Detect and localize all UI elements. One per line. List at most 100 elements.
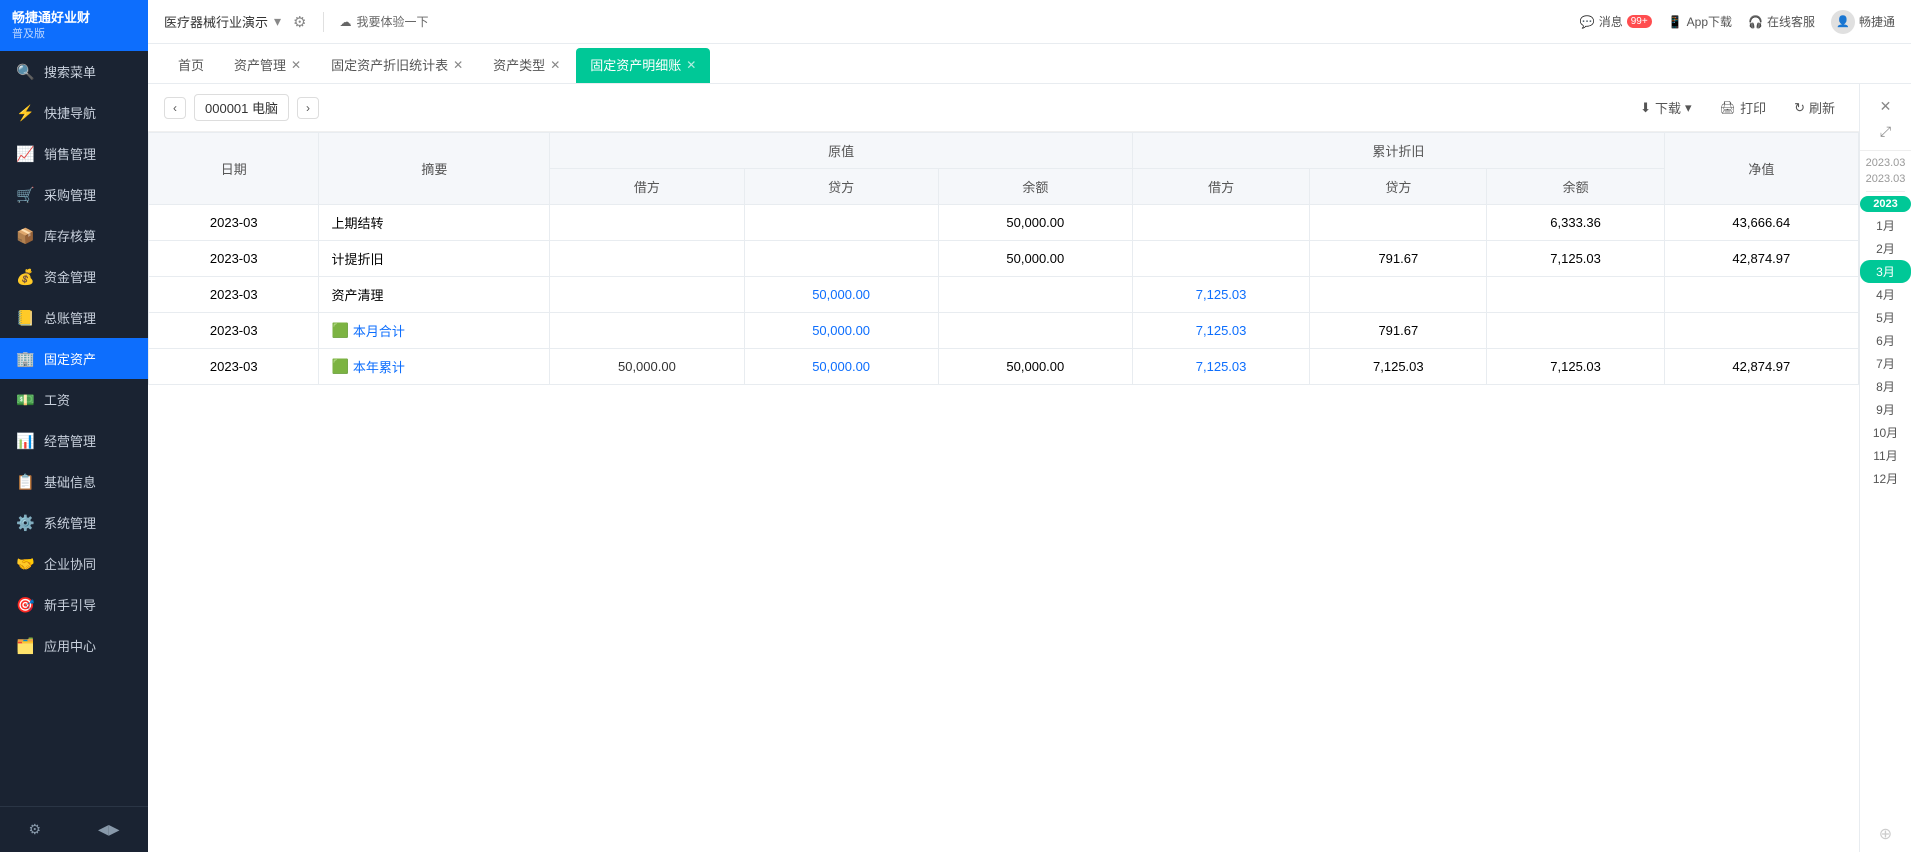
sidebar-item-fund[interactable]: 💰资金管理 [0, 256, 148, 297]
tab-assettype[interactable]: 资产类型✕ [479, 48, 574, 83]
expand-panel-icon[interactable]: ⤢ [1878, 121, 1893, 142]
col-orig-debit: 借方 [550, 169, 744, 205]
sidebar-item-fixedasset[interactable]: 🏢固定资产 [0, 338, 148, 379]
company-name: 医疗器械行业演示 [164, 12, 268, 31]
month-item-2023-10月[interactable]: 10月 [1860, 421, 1911, 444]
download-label: 下载 [1655, 98, 1681, 117]
sidebar-label-purchase: 采购管理 [44, 185, 96, 204]
sidebar-item-ledger[interactable]: 📒总账管理 [0, 297, 148, 338]
col-depr-credit: 贷方 [1310, 169, 1487, 205]
payroll-icon: 💵 [16, 391, 34, 409]
month-item-2023-6月[interactable]: 6月 [1860, 329, 1911, 352]
year-marker-2023[interactable]: 2023 [1860, 196, 1911, 212]
topbar: 医疗器械行业演示 ▾ ⚙ ☁ 我要体验一下 💬 消息 99+ 📱 App下载 🎧… [148, 0, 1911, 44]
cell-net-1: 42,874.97 [1664, 241, 1858, 277]
ledger-table: 日期 摘要 原值 累计折旧 净值 借方 贷方 余额 借方 贷方 余额 [148, 132, 1859, 385]
print-label: 打印 [1740, 98, 1766, 117]
cell-summary-0: 上期结转 [319, 205, 550, 241]
sidebar-item-sales[interactable]: 📈销售管理 [0, 133, 148, 174]
sidebar-item-bizcolab[interactable]: 🤝企业协同 [0, 543, 148, 584]
company-selector[interactable]: 医疗器械行业演示 ▾ [164, 12, 281, 31]
top-date-label2: 2023.03 [1866, 173, 1906, 192]
cell-orig-debit-3 [550, 313, 744, 349]
summary-text: 本年累计 [353, 357, 405, 376]
download-btn[interactable]: 📱 App下载 [1668, 13, 1732, 30]
month-item-2023-1月[interactable]: 1月 [1860, 214, 1911, 237]
tab-close-assetmgmt[interactable]: ✕ [291, 58, 301, 72]
cell-depr-debit-3: 7,125.03 [1132, 313, 1309, 349]
sidebar-item-guide[interactable]: 🎯新手引导 [0, 584, 148, 625]
cell-orig-credit-3: 50,000.00 [744, 313, 938, 349]
sidebar-item-search[interactable]: 🔍搜索菜单 [0, 51, 148, 92]
month-item-2023-9月[interactable]: 9月 [1860, 398, 1911, 421]
cell-summary-3: 🟩本月合计 [319, 313, 550, 349]
col-orig-credit: 贷方 [744, 169, 938, 205]
cell-depr-credit-0 [1310, 205, 1487, 241]
tab-close-depreciation[interactable]: ✕ [453, 58, 463, 72]
refresh-btn[interactable]: ↻ 刷新 [1786, 94, 1843, 121]
tab-assetledger[interactable]: 固定资产明细账✕ [576, 48, 710, 83]
tab-home[interactable]: 首页 [164, 48, 218, 83]
cell-date-1: 2023-03 [149, 241, 319, 277]
tab-assetmgmt[interactable]: 资产管理✕ [220, 48, 315, 83]
ledger-icon: 📒 [16, 309, 34, 327]
guide-icon: 🎯 [16, 596, 34, 614]
month-item-2023-8月[interactable]: 8月 [1860, 375, 1911, 398]
cell-date-4: 2023-03 [149, 349, 319, 385]
tab-depreciation[interactable]: 固定资产折旧统计表✕ [317, 48, 477, 83]
cloud-icon: ☁ [340, 15, 352, 29]
sales-icon: 📈 [16, 145, 34, 163]
sidebar-item-appcenter[interactable]: 🗂️应用中心 [0, 625, 148, 666]
sidebar-item-bizmanage[interactable]: 📊经营管理 [0, 420, 148, 461]
month-item-2023-7月[interactable]: 7月 [1860, 352, 1911, 375]
month-item-2023-4月[interactable]: 4月 [1860, 283, 1911, 306]
sidebar-item-baseinfo[interactable]: 📋基础信息 [0, 461, 148, 502]
month-item-2023-2月[interactable]: 2月 [1860, 237, 1911, 260]
print-btn[interactable]: 🖨 打印 [1712, 94, 1775, 121]
sidebar-bottom: ⚙ ◀▶ [0, 806, 148, 852]
sidebar-item-inventory[interactable]: 📦库存核算 [0, 215, 148, 256]
user-btn[interactable]: 👤 畅捷通 [1831, 10, 1895, 34]
avatar: 👤 [1831, 10, 1855, 34]
cell-orig-balance-4: 50,000.00 [938, 349, 1132, 385]
sidebar-item-purchase[interactable]: 🛒采购管理 [0, 174, 148, 215]
sysmanage-icon: ⚙️ [16, 514, 34, 532]
download-btn[interactable]: ⬇ 下载 ▾ [1632, 94, 1699, 121]
sidebar-item-sysmanage[interactable]: ⚙️系统管理 [0, 502, 148, 543]
tab-close-assettype[interactable]: ✕ [550, 58, 560, 72]
experience-btn[interactable]: ☁ 我要体验一下 [340, 13, 429, 30]
cell-depr-debit-1 [1132, 241, 1309, 277]
month-item-2023-5月[interactable]: 5月 [1860, 306, 1911, 329]
next-asset-btn[interactable]: › [297, 97, 319, 119]
cell-orig-credit-0 [744, 205, 938, 241]
asset-code-btn[interactable]: 000001 电脑 [194, 94, 289, 121]
sidebar-nav: 🔍搜索菜单⚡快捷导航📈销售管理🛒采购管理📦库存核算💰资金管理📒总账管理🏢固定资产… [0, 51, 148, 806]
month-item-2023-3月[interactable]: 3月 [1860, 260, 1911, 283]
month-item-2023-11月[interactable]: 11月 [1860, 444, 1911, 467]
panel-down-arrow[interactable]: ⊕ [1879, 824, 1892, 844]
cell-net-3 [1664, 313, 1858, 349]
prev-asset-btn[interactable]: ‹ [164, 97, 186, 119]
close-panel-icon[interactable]: ✕ [1878, 96, 1894, 117]
gear-icon[interactable]: ⚙ [293, 13, 306, 31]
toolbar-right: ⬇ 下载 ▾ 🖨 打印 ↻ 刷新 [1632, 94, 1843, 121]
search-icon: 🔍 [16, 63, 34, 81]
dropdown-icon[interactable]: ▾ [274, 13, 281, 30]
tab-close-assetledger[interactable]: ✕ [686, 58, 696, 72]
cell-date-3: 2023-03 [149, 313, 319, 349]
cell-depr-balance-0: 6,333.36 [1487, 205, 1664, 241]
sidebar-label-fixedasset: 固定资产 [44, 349, 96, 368]
cell-net-4: 42,874.97 [1664, 349, 1858, 385]
sidebar-label-baseinfo: 基础信息 [44, 472, 96, 491]
settings-icon[interactable]: ⚙ [18, 815, 51, 844]
table-row: 2023-03 计提折旧 50,000.00 791.67 7,125.03 4… [149, 241, 1859, 277]
cell-orig-debit-4: 50,000.00 [550, 349, 744, 385]
sidebar-item-payroll[interactable]: 💵工资 [0, 379, 148, 420]
cell-date-0: 2023-03 [149, 205, 319, 241]
collapse-icon[interactable]: ◀▶ [88, 815, 130, 844]
month-item-2023-12月[interactable]: 12月 [1860, 467, 1911, 490]
tag-icon: 🟩 [331, 322, 348, 339]
sidebar-item-quicknav[interactable]: ⚡快捷导航 [0, 92, 148, 133]
message-btn[interactable]: 💬 消息 99+ [1580, 13, 1652, 30]
service-btn[interactable]: 🎧 在线客服 [1748, 13, 1815, 30]
